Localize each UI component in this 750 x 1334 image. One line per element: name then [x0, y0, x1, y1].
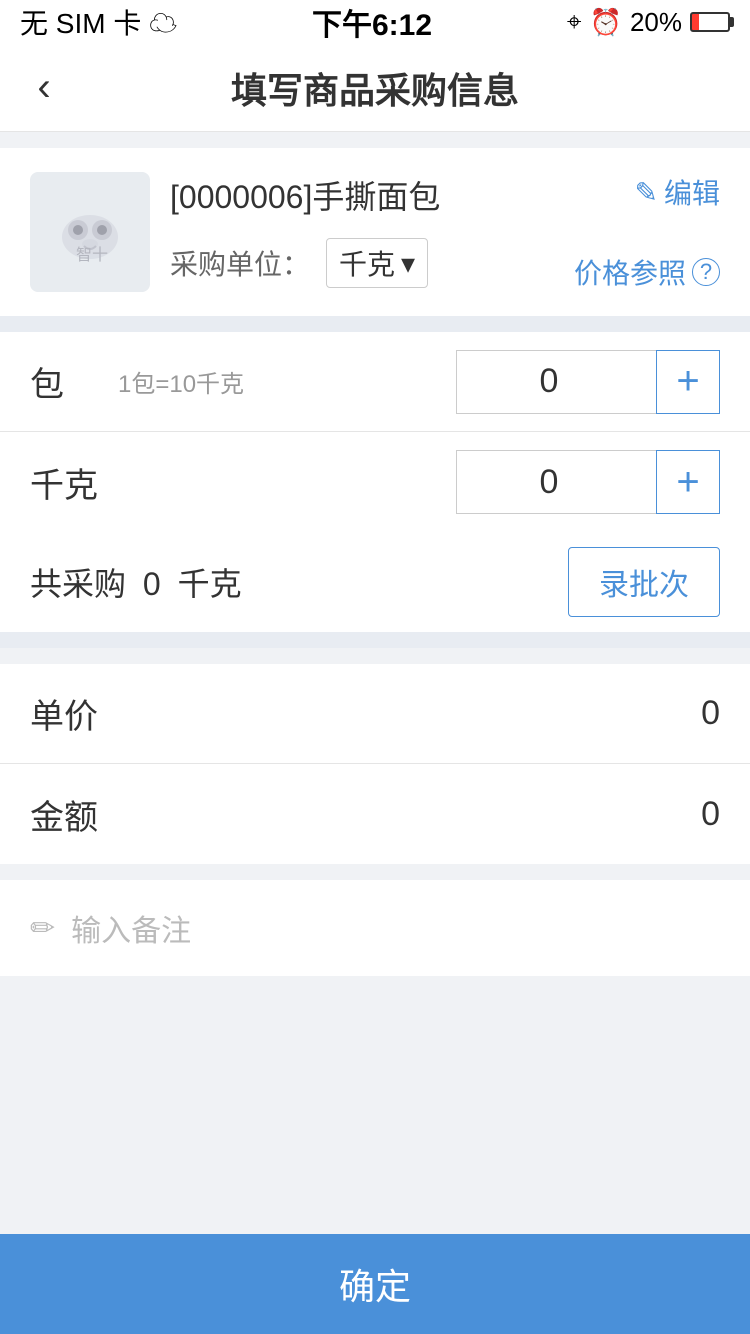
nav-bar: ‹ 填写商品采购信息	[0, 44, 750, 132]
notes-section[interactable]: ✏ 输入备注	[0, 880, 750, 976]
pencil-icon: ✏	[30, 911, 55, 946]
kg-plus-button[interactable]: +	[656, 450, 720, 514]
kg-input-row: 千克 +	[0, 432, 750, 532]
status-bar: 无 SIM 卡 ☁ 下午6:12 ⌖ ⏰ 20%	[0, 0, 750, 44]
status-right: ⌖ ⏰ 20%	[567, 6, 730, 38]
unit-select[interactable]: 千克 ▾	[326, 238, 428, 288]
status-left: 无 SIM 卡 ☁	[20, 2, 177, 42]
unit-label: 采购单位：	[170, 243, 310, 283]
bag-label: 包	[30, 357, 110, 406]
bag-input-row: 包 1包=10千克 +	[0, 332, 750, 432]
summary-amount: 0	[143, 566, 161, 602]
kg-quantity-input[interactable]	[456, 450, 656, 514]
unit-price-row: 单价 0	[0, 664, 750, 764]
unit-price-label: 单价	[30, 689, 701, 738]
bottom-space	[0, 976, 750, 1234]
amount-label: 金额	[30, 790, 701, 839]
alarm-icon: ⏰	[590, 7, 622, 38]
unit-value: 千克	[339, 243, 395, 283]
svg-text:智十: 智十	[76, 246, 108, 262]
summary-text: 共采购 0 千克	[30, 559, 568, 605]
amount-row: 金额 0	[0, 764, 750, 864]
product-image: 智十	[30, 172, 150, 292]
page-title: 填写商品采购信息	[231, 62, 519, 114]
battery-icon	[690, 12, 730, 32]
product-card: 智十 [0000006]手撕面包 采购单位： 千克 ▾ ✎ 编辑 价格参照 ?	[0, 148, 750, 316]
confirm-button[interactable]: 确定	[0, 1234, 750, 1334]
summary-unit: 千克	[178, 566, 242, 602]
record-batch-button[interactable]: 录批次	[568, 547, 720, 617]
price-ref-button[interactable]: 价格参照 ?	[574, 252, 720, 292]
price-section: 单价 0 金额 0	[0, 664, 750, 864]
notes-placeholder: 输入备注	[71, 906, 191, 950]
product-logo: 智十	[50, 202, 130, 262]
battery-percent: 20%	[630, 7, 682, 38]
summary-row: 共采购 0 千克 录批次	[0, 532, 750, 632]
edit-icon: ✎	[635, 176, 658, 209]
sim-signal: 无 SIM 卡 ☁	[20, 2, 177, 42]
amount-value: 0	[701, 795, 720, 834]
dropdown-icon: ▾	[401, 247, 415, 280]
unit-price-value: 0	[701, 694, 720, 733]
bag-sub-label: 1包=10千克	[118, 364, 456, 399]
section-divider-2	[0, 632, 750, 648]
bag-quantity-input[interactable]	[456, 350, 656, 414]
status-time: 下午6:12	[312, 0, 432, 44]
kg-input-control: +	[456, 450, 720, 514]
section-divider-1	[0, 316, 750, 332]
input-section: 包 1包=10千克 + 千克 +	[0, 332, 750, 532]
back-button[interactable]: ‹	[0, 44, 88, 132]
edit-button[interactable]: ✎ 编辑	[635, 172, 720, 212]
location-icon: ⌖	[567, 6, 582, 38]
summary-prefix: 共采购	[30, 566, 126, 602]
bag-input-control: +	[456, 350, 720, 414]
price-ref-label: 价格参照	[574, 252, 686, 292]
edit-label: 编辑	[664, 172, 720, 212]
bag-plus-button[interactable]: +	[656, 350, 720, 414]
kg-label: 千克	[30, 458, 110, 507]
help-icon: ?	[692, 258, 720, 286]
